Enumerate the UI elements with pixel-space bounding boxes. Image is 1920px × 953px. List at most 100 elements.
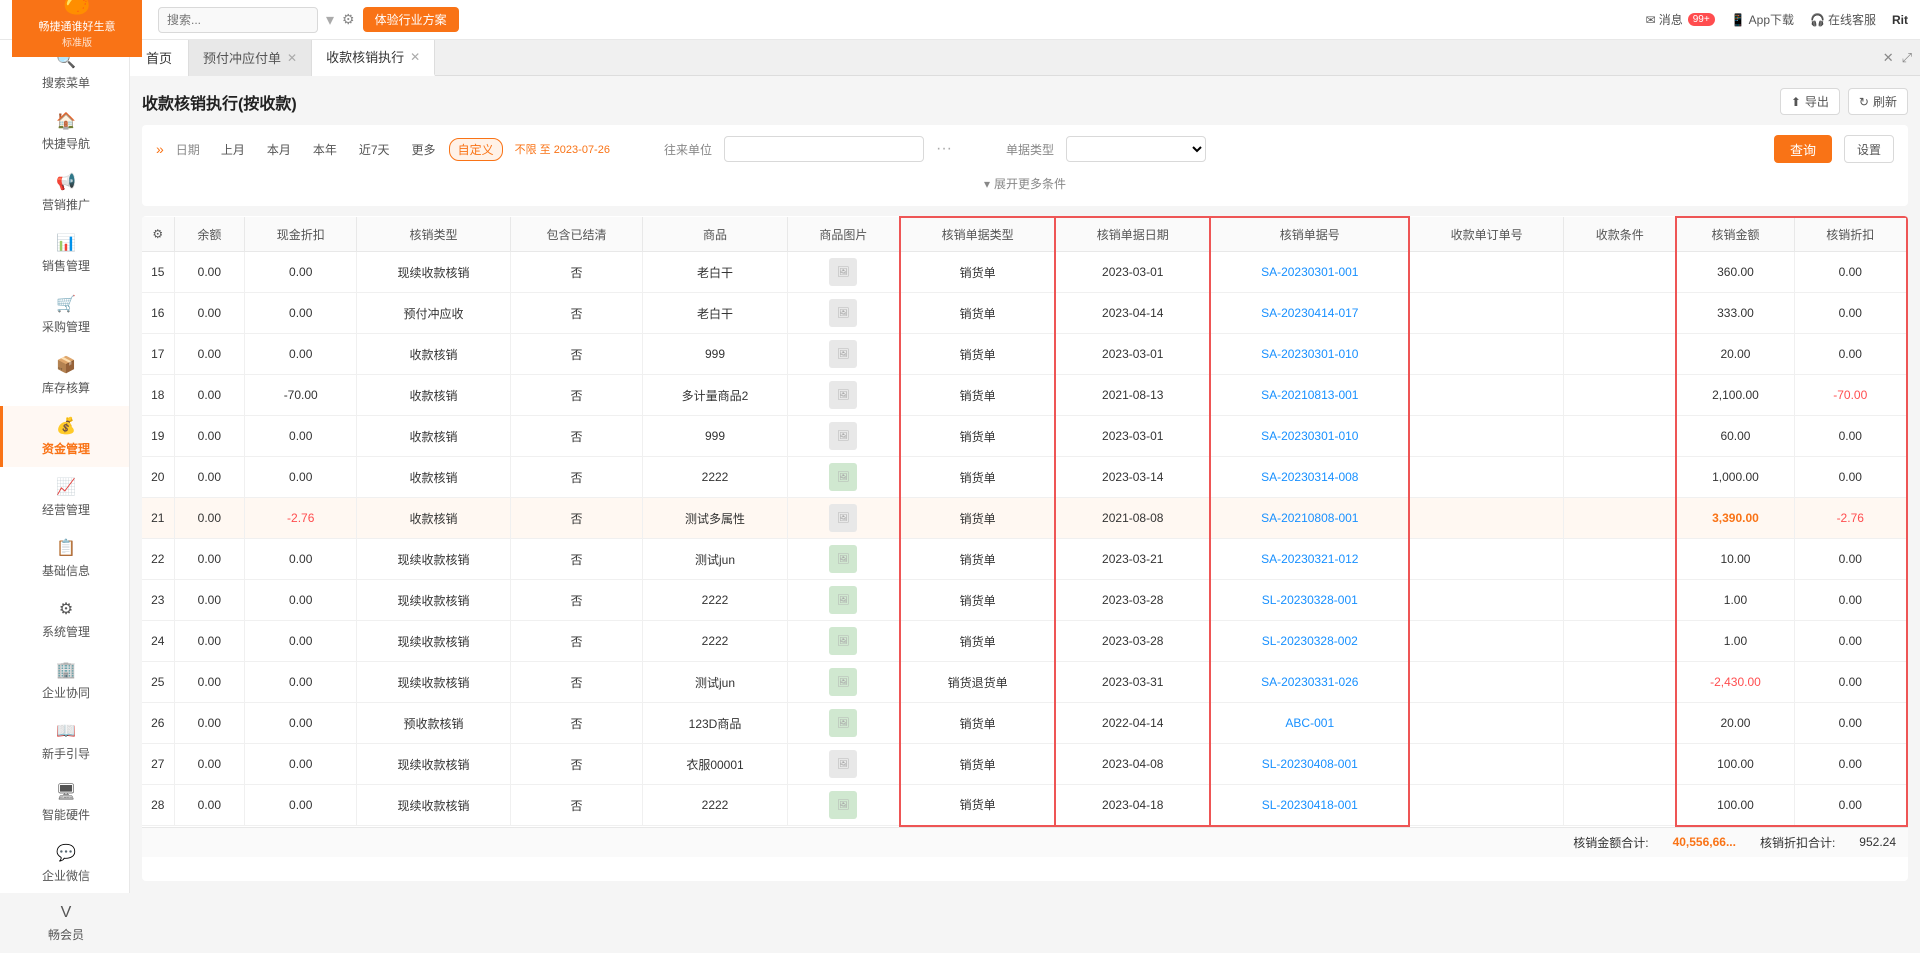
tab-prepaid-close[interactable]: ✕ (287, 51, 297, 65)
top-bar-search[interactable] (158, 7, 318, 33)
sidebar-item-weixin[interactable]: 💬 企业微信 (0, 833, 129, 894)
settings-icon[interactable]: ⚙ (342, 11, 355, 28)
table-row: 24 0.00 0.00 现续收款核销 否 2222 🖼 销货单 2023-03… (142, 621, 1907, 662)
from-unit-input[interactable] (724, 136, 924, 162)
bill-no-link[interactable]: SA-20230314-008 (1261, 470, 1358, 484)
bill-no-link[interactable]: SL-20230408-001 (1262, 757, 1358, 771)
date-tag-custom[interactable]: 自定义 (449, 138, 503, 161)
td-verify-amount: 3,390.00 (1676, 498, 1794, 539)
bill-no-link[interactable]: SA-20230321-012 (1261, 552, 1358, 566)
sidebar-item-marketing[interactable]: 📢 营销推广 (0, 162, 129, 223)
td-verify-bill-no[interactable]: SA-20230414-017 (1210, 293, 1409, 334)
td-receipt-order-no (1409, 580, 1563, 621)
table-row: 20 0.00 0.00 收款核销 否 2222 🖼 销货单 2023-03-1… (142, 457, 1907, 498)
td-verify-bill-no[interactable]: SA-20230301-001 (1210, 252, 1409, 293)
sidebar-item-nav[interactable]: 🏠 快捷导航 (0, 101, 129, 162)
td-verify-bill-no[interactable]: SL-20230418-001 (1210, 785, 1409, 826)
query-btn[interactable]: 查询 (1774, 135, 1832, 163)
industry-btn[interactable]: 体验行业方案 (363, 7, 459, 32)
bill-no-link[interactable]: SA-20230301-010 (1261, 347, 1358, 361)
bill-no-link[interactable]: SA-20210808-001 (1261, 511, 1358, 525)
refresh-btn[interactable]: ↻ 刷新 (1848, 88, 1908, 115)
td-goods: 2222 (643, 457, 787, 498)
sidebar-item-enterprise[interactable]: 🏢 企业协同 (0, 650, 129, 711)
td-goods-image: 🖼 (787, 539, 900, 580)
goods-image-thumb: 🖼 (829, 791, 857, 819)
app-download-item[interactable]: 📱 App下载 (1731, 11, 1794, 28)
td-verify-bill-no[interactable]: SL-20230328-001 (1210, 580, 1409, 621)
goods-image-placeholder: 🖼 (829, 750, 857, 778)
date-tag-this-month[interactable]: 本月 (258, 138, 300, 161)
date-tag-more[interactable]: 更多 (403, 138, 445, 161)
user-label: Rit (1892, 13, 1908, 27)
td-no: 15 (142, 252, 174, 293)
tab-prepaid[interactable]: 预付冲应付单 ✕ (189, 40, 312, 76)
td-verify-type: 现续收款核销 (357, 539, 510, 580)
td-verify-bill-no[interactable]: SA-20230301-010 (1210, 334, 1409, 375)
date-tag-last-month[interactable]: 上月 (212, 138, 254, 161)
tab-expand-icon[interactable]: ⤢ (1902, 50, 1912, 66)
bill-no-link[interactable]: SA-20230301-001 (1261, 265, 1358, 279)
td-verify-bill-type: 销货单 (900, 744, 1055, 785)
td-verify-bill-no[interactable]: SL-20230328-002 (1210, 621, 1409, 662)
filter-settings-btn[interactable]: 设置 (1844, 135, 1894, 163)
bill-no-link[interactable]: SL-20230418-001 (1262, 798, 1358, 812)
tab-receipt-verify-close[interactable]: ✕ (410, 50, 420, 64)
td-verify-bill-no[interactable]: SA-20230321-012 (1210, 539, 1409, 580)
sidebar-item-purchase[interactable]: 🛒 采购管理 (0, 284, 129, 345)
sidebar-item-finance[interactable]: 💰 资金管理 (0, 406, 129, 467)
dropdown-icon[interactable]: ▾ (326, 10, 334, 30)
bill-no-link[interactable]: SL-20230328-002 (1262, 634, 1358, 648)
bill-no-link[interactable]: SA-20230414-017 (1261, 306, 1358, 320)
td-verify-bill-date: 2023-03-01 (1055, 416, 1210, 457)
bill-type-select[interactable] (1066, 136, 1206, 162)
sidebar-item-guide[interactable]: 📖 新手引导 (0, 711, 129, 772)
td-verify-bill-type: 销货退货单 (900, 662, 1055, 703)
tab-close-all-icon[interactable]: ✕ (1883, 50, 1894, 66)
filter-expand-icon[interactable]: » (156, 141, 164, 157)
td-verify-bill-no[interactable]: SA-20230331-026 (1210, 662, 1409, 703)
support-icon: 🎧 (1810, 13, 1825, 27)
expand-more-row[interactable]: ▾ 展开更多条件 (156, 171, 1894, 196)
bill-no-link[interactable]: ABC-001 (1285, 716, 1334, 730)
online-support-item[interactable]: 🎧 在线客服 (1810, 11, 1876, 28)
td-verify-bill-no[interactable]: SA-20230314-008 (1210, 457, 1409, 498)
date-tag-this-year[interactable]: 本年 (304, 138, 346, 161)
td-receipt-condition (1564, 744, 1677, 785)
sidebar-item-inventory[interactable]: 📦 库存核算 (0, 345, 129, 406)
td-verify-type: 现续收款核销 (357, 252, 510, 293)
sidebar-item-basic-info[interactable]: 📋 基础信息 (0, 528, 129, 589)
total-discount-label: 核销折扣合计: (1760, 834, 1835, 851)
td-verify-bill-no[interactable]: SA-20210813-001 (1210, 375, 1409, 416)
bill-no-link[interactable]: SA-20230331-026 (1261, 675, 1358, 689)
notification-item[interactable]: ✉ 消息 99+ (1646, 11, 1715, 28)
table-body: 15 0.00 0.00 现续收款核销 否 老白干 🖼 销货单 2023-03-… (142, 252, 1907, 826)
bill-no-link[interactable]: SA-20210813-001 (1261, 388, 1358, 402)
goods-image-placeholder: 🖼 (829, 340, 857, 368)
td-cash-discount: 0.00 (245, 580, 357, 621)
sidebar-item-label: 智能硬件 (42, 806, 90, 823)
th-settings[interactable]: ⚙ (142, 217, 174, 252)
sidebar-item-sales[interactable]: 📊 销售管理 (0, 223, 129, 284)
bill-no-link[interactable]: SL-20230328-001 (1262, 593, 1358, 607)
sidebar-item-system[interactable]: ⚙ 系统管理 (0, 589, 129, 650)
td-no: 21 (142, 498, 174, 539)
td-goods-image: 🖼 (787, 457, 900, 498)
th-receipt-condition: 收款条件 (1564, 217, 1677, 252)
tab-receipt-verify[interactable]: 收款核销执行 ✕ (312, 40, 435, 76)
td-goods: 测试多属性 (643, 498, 787, 539)
td-verify-bill-no[interactable]: SA-20230301-010 (1210, 416, 1409, 457)
bill-no-link[interactable]: SA-20230301-010 (1261, 429, 1358, 443)
td-verify-bill-no[interactable]: ABC-001 (1210, 703, 1409, 744)
td-goods: 999 (643, 416, 787, 457)
td-verify-bill-no[interactable]: SL-20230408-001 (1210, 744, 1409, 785)
sidebar-item-hardware[interactable]: 🖥 智能硬件 (0, 772, 129, 833)
user-item[interactable]: Rit (1892, 13, 1908, 27)
tab-bar-right: ✕ ⤢ (1883, 50, 1920, 66)
td-verify-bill-no[interactable]: SA-20210808-001 (1210, 498, 1409, 539)
date-tag-7days[interactable]: 近7天 (350, 138, 399, 161)
td-verify-bill-date: 2023-04-08 (1055, 744, 1210, 785)
sidebar-item-member[interactable]: V 畅会员 (0, 894, 129, 953)
sidebar-item-operation[interactable]: 📈 经营管理 (0, 467, 129, 528)
export-btn[interactable]: ⬆ 导出 (1780, 88, 1840, 115)
